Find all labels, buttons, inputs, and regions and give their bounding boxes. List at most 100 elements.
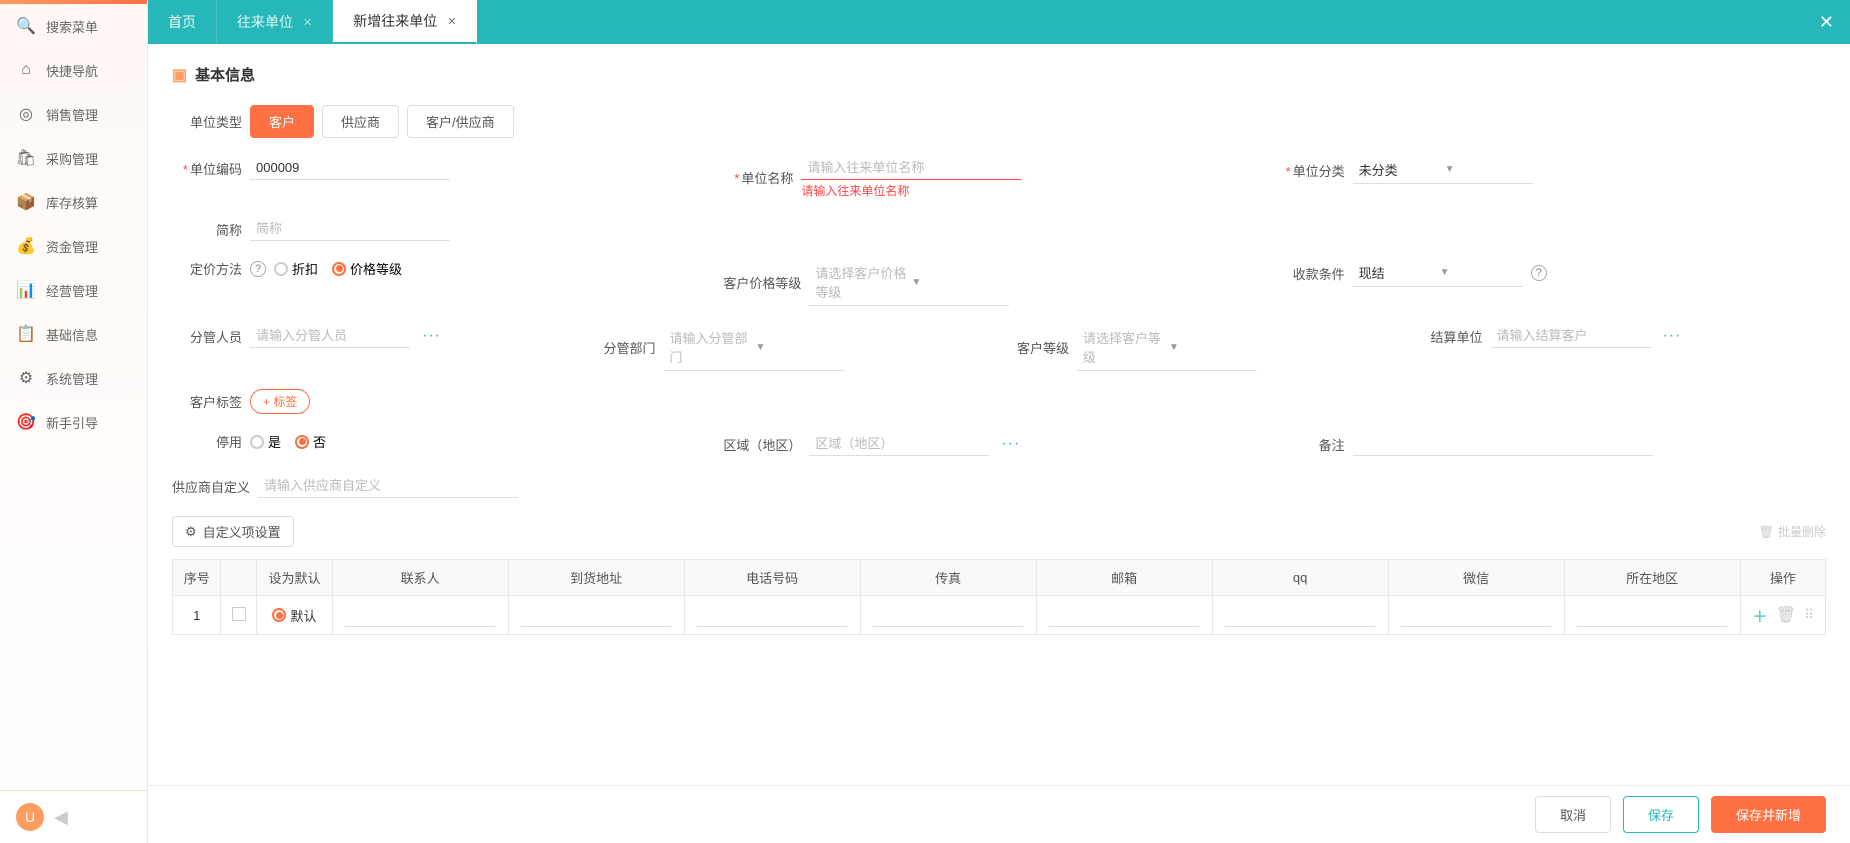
wechat-input[interactable] [1401,603,1551,627]
sidebar-item-basic-info[interactable]: 📋 基础信息 [0,312,147,356]
customer-price-level-label: 客户价格等级 [723,273,801,292]
radio-discount[interactable]: 折扣 [274,259,318,278]
supervisor-label: 分管人员 [172,327,242,346]
btn-type-both[interactable]: 客户/供应商 [407,105,514,138]
sidebar-item-operations[interactable]: 📊 经营管理 [0,268,147,312]
save-button[interactable]: 保存 [1623,796,1699,833]
window-close-button[interactable]: ✕ [1803,0,1850,44]
default-radio[interactable]: 默认 [267,606,321,625]
system-icon: ⚙ [16,368,36,388]
radio-price-level[interactable]: 价格等级 [332,259,402,278]
tab-new-partner-label: 新增往来单位 [353,11,437,31]
region-table-input[interactable] [1577,603,1727,627]
supervisor-more-btn[interactable]: ··· [418,327,445,345]
cell-region[interactable] [1564,596,1740,635]
unit-name-input[interactable] [801,156,1021,180]
row-disabled: 停用 是 否 区域（地区） ··· [172,432,1826,456]
address-input[interactable] [521,603,671,627]
cell-address[interactable] [508,596,684,635]
pricing-radio-group: 折扣 价格等级 [274,259,402,278]
chevron-down-icon3: ▼ [1440,267,1517,278]
operations-icon: 📊 [16,280,36,300]
fax-input[interactable] [873,603,1023,627]
tab-new-partner-close[interactable]: ✕ [447,15,456,28]
radio-disabled-yes[interactable]: 是 [250,432,281,451]
sidebar-item-finance[interactable]: 💰 资金管理 [0,224,147,268]
sidebar-item-purchase[interactable]: 🛍 采购管理 [0,136,147,180]
sidebar-item-quick-nav[interactable]: ⌂ 快捷导航 [0,48,147,92]
save-new-button[interactable]: 保存并新增 [1711,796,1826,833]
col-qq: qq [1212,560,1388,596]
btn-type-customer[interactable]: 客户 [250,105,314,138]
col-email: 邮箱 [1036,560,1212,596]
sidebar-item-sales[interactable]: ◎ 销售管理 [0,92,147,136]
cell-default: 默认 [257,596,332,635]
remarks-field: 备注 [1275,432,1826,456]
pricing-help-icon[interactable]: ? [250,261,266,277]
cell-wechat[interactable] [1388,596,1564,635]
purchase-icon: 🛍 [16,148,36,168]
contact-input[interactable] [345,603,495,627]
sidebar-item-system[interactable]: ⚙ 系统管理 [0,356,147,400]
sidebar-item-inventory[interactable]: 📦 库存核算 [0,180,147,224]
sales-icon: ◎ [16,104,36,124]
department-select[interactable]: 请输入分管部门 ▼ [664,324,844,371]
radio-no-circle [295,435,309,449]
drag-handle[interactable]: ⠿ [1804,607,1814,623]
basic-info-icon: 📋 [16,324,36,344]
batch-delete-button[interactable]: 🗑 批量删除 [1759,523,1826,540]
sidebar-collapse-icon[interactable]: ◀ [54,807,68,828]
customer-level-select[interactable]: 请选择客户等级 ▼ [1077,324,1257,371]
sidebar-item-search[interactable]: 🔍 搜索菜单 [0,4,147,48]
add-row-button[interactable]: ＋ [1752,603,1768,627]
delete-row-button[interactable]: 🗑 [1776,605,1796,625]
custom-settings-button[interactable]: ⚙ 自定义项设置 [172,516,294,547]
region-more-btn[interactable]: ··· [997,435,1024,453]
settlement-more-btn[interactable]: ··· [1659,327,1686,345]
row-checkbox[interactable] [232,607,246,621]
sidebar-item-label: 新手引导 [46,413,98,432]
customer-price-level-select[interactable]: 请选择客户价格等级 ▼ [809,259,1009,306]
guide-icon: 🎯 [16,412,36,432]
tab-partners-close[interactable]: ✕ [303,16,312,29]
batch-delete-label: 批量删除 [1778,523,1826,540]
abbreviation-field: 简称 [172,217,1826,241]
add-tag-button[interactable]: + 标签 [250,389,310,414]
qq-input[interactable] [1225,603,1375,627]
region-input[interactable] [809,432,989,456]
settlement-unit-input[interactable] [1491,324,1651,348]
unit-category-select[interactable]: 未分类 ▼ [1353,156,1533,184]
cell-checkbox[interactable] [221,596,257,635]
radio-disabled-no[interactable]: 否 [295,432,326,451]
row-pricing: 定价方法 ? 折扣 价格等级 客户价格等级 [172,259,1826,306]
chevron-down-icon: ▼ [1445,164,1527,175]
phone-input[interactable] [697,603,847,627]
tab-partners[interactable]: 往来单位 ✕ [217,0,333,44]
cancel-button[interactable]: 取消 [1535,796,1611,833]
tab-home[interactable]: 首页 [148,0,217,44]
supplier-custom-input[interactable] [258,474,518,498]
payment-help-icon[interactable]: ? [1531,265,1547,281]
unit-type-label: 单位类型 [172,112,242,131]
cell-email[interactable] [1036,596,1212,635]
unit-name-field: *单位名称 请输入往来单位名称 [723,156,1274,199]
abbreviation-input[interactable] [250,217,450,241]
tab-new-partner[interactable]: 新增往来单位 ✕ [333,0,477,44]
col-default: 设为默认 [257,560,332,596]
row-supplier-custom: 供应商自定义 [172,474,1826,498]
remarks-input[interactable] [1353,432,1653,456]
cell-fax[interactable] [860,596,1036,635]
unit-code-input[interactable] [250,156,450,180]
btn-type-supplier[interactable]: 供应商 [322,105,399,138]
settlement-unit-field: 结算单位 ··· [1413,324,1827,348]
supervisor-input[interactable] [250,324,410,348]
col-actions: 操作 [1740,560,1825,596]
cell-contact[interactable] [332,596,508,635]
sidebar-item-label: 采购管理 [46,149,98,168]
email-input[interactable] [1049,603,1199,627]
customer-level-placeholder: 请选择客户等级 [1083,328,1165,366]
cell-phone[interactable] [684,596,860,635]
payment-terms-select[interactable]: 现结 ▼ [1353,259,1523,287]
cell-qq[interactable] [1212,596,1388,635]
sidebar-item-guide[interactable]: 🎯 新手引导 [0,400,147,444]
